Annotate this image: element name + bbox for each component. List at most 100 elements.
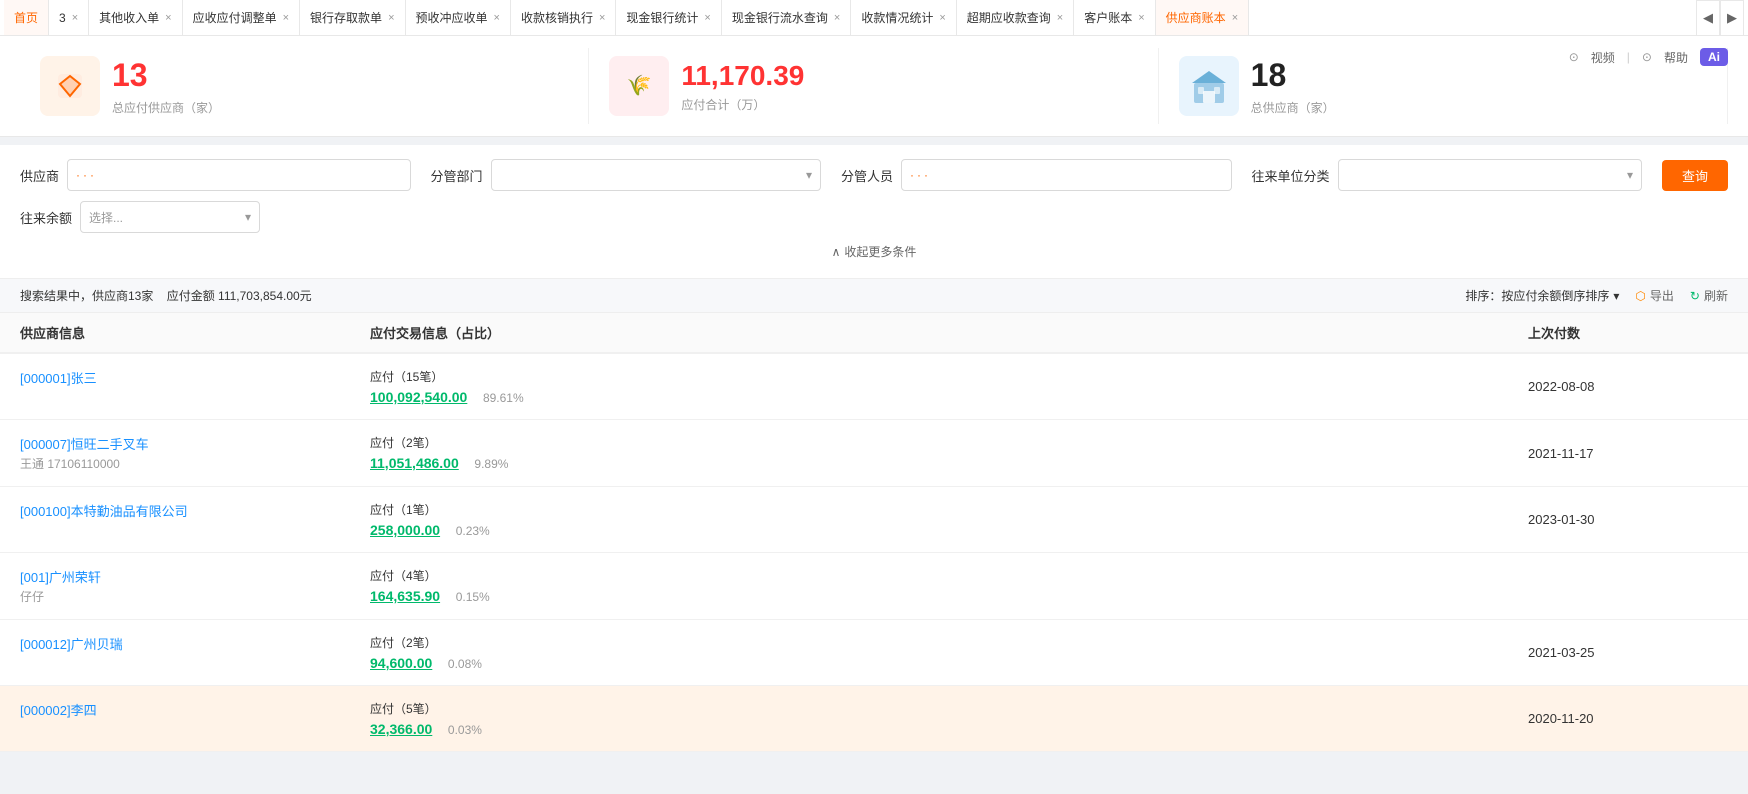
close-icon[interactable]: × [72,12,78,24]
help-link[interactable]: 帮助 [1664,49,1688,66]
supplier-sub-001: 仔仔 [20,588,370,605]
table-row[interactable]: [000100]本特勤油品有限公司 应付（1笔） 258,000.00 0.23… [0,487,1748,553]
stat-icon-diamond [40,56,100,116]
nav-tab-customer-account[interactable]: 客户账本 × [1074,0,1155,36]
nav-tab-collect-verify-label: 收款核销执行 [521,9,593,26]
trans-amount-000007[interactable]: 11,051,486.00 [370,455,459,471]
trans-label-000007: 应付（2笔） [370,434,1528,451]
close-icon[interactable]: × [1232,12,1238,24]
filter-row-2: 往来余额 选择... ▾ [20,201,1728,233]
nav-tab-overdue-collect[interactable]: 超期应收款查询 × [957,0,1074,36]
col-header-supplier: 供应商信息 [20,323,370,342]
supplier-link-000100[interactable]: [000100]本特勤油品有限公司 [20,504,188,519]
col-header-transaction: 应付交易信息（占比） [370,323,1528,342]
table-row[interactable]: [000007]恒旺二手叉车 王通 17106110000 应付（2笔） 11,… [0,420,1748,487]
collapse-button[interactable]: ∧ 收起更多条件 [832,243,917,260]
query-button[interactable]: 查询 [1662,160,1728,191]
nav-tab-3[interactable]: 3 × [49,0,89,36]
nav-tab-cash-bank-stat[interactable]: 现金银行统计 × [616,0,721,36]
close-icon[interactable]: × [494,12,500,24]
nav-tab-advance-collect[interactable]: 预收冲应收单 × [406,0,511,36]
close-icon[interactable]: × [1057,12,1063,24]
nav-tab-ap-adjust[interactable]: 应收应付调整单 × [183,0,300,36]
nav-tab-bank-deposit[interactable]: 银行存取款单 × [300,0,405,36]
trans-percent-001: 0.15% [456,590,490,604]
nav-tab-bank-deposit-label: 银行存取款单 [310,9,382,26]
col-header-lastpay: 上次付数 [1528,323,1728,342]
nav-tab-ap-adjust-label: 应收应付调整单 [193,9,277,26]
supplier-link-000007[interactable]: [000007]恒旺二手叉车 [20,437,149,452]
nav-tab-cash-bank-flow-label: 现金银行流水查询 [732,9,828,26]
nav-tab-collect-stat[interactable]: 收款情况统计 × [851,0,956,36]
stats-help-area: ⊙ 视频 | ⊙ 帮助 Ai [1569,48,1728,66]
ai-badge[interactable]: Ai [1700,48,1728,66]
chevron-up-icon: ∧ [832,245,841,259]
result-text-separator [157,289,164,303]
supplier-input[interactable]: ··· [67,159,410,191]
trans-row-000100: 258,000.00 0.23% [370,522,1528,538]
filter-row-1: 供应商 ··· 分管部门 ▾ 分管人员 ··· 往来单位分类 ▾ [20,159,1728,191]
supplier-info-000012: [000012]广州贝瑞 [20,634,370,671]
lastpay-001 [1528,567,1728,605]
supplier-link-000012[interactable]: [000012]广州贝瑞 [20,637,123,652]
nav-tab-cash-bank-flow[interactable]: 现金银行流水查询 × [722,0,851,36]
close-icon[interactable]: × [1138,12,1144,24]
sort-select[interactable]: 排序：按应付余额倒序排序 ▾ [1465,287,1619,304]
close-icon[interactable]: × [834,12,840,24]
table-header: 供应商信息 应付交易信息（占比） 上次付数 [0,313,1748,354]
filter-dept: 分管部门 ▾ [431,159,822,191]
supplier-sub-000007: 王通 17106110000 [20,455,370,472]
trans-amount-000001[interactable]: 100,092,540.00 [370,389,467,405]
filter-person: 分管人员 ··· [841,159,1232,191]
nav-tab-collect-verify[interactable]: 收款核销执行 × [511,0,616,36]
table-row[interactable]: [000002]李四 应付（5笔） 32,366.00 0.03% 2020-1… [0,686,1748,752]
close-icon[interactable]: × [939,12,945,24]
video-icon: ⊙ [1569,50,1579,64]
result-text-2: 应付金额 111,703,854.00元 [167,289,312,303]
trans-row-001: 164,635.90 0.15% [370,588,1528,604]
nav-tab-other-income[interactable]: 其他收入单 × [89,0,182,36]
transaction-info-001: 应付（4笔） 164,635.90 0.15% [370,567,1528,605]
trans-amount-001[interactable]: 164,635.90 [370,588,440,604]
close-icon[interactable]: × [388,12,394,24]
transaction-info-000002: 应付（5笔） 32,366.00 0.03% [370,700,1528,737]
trans-percent-000002: 0.03% [448,723,482,737]
trans-amount-000100[interactable]: 258,000.00 [370,522,440,538]
close-icon[interactable]: × [283,12,289,24]
table-row[interactable]: [000012]广州贝瑞 应付（2笔） 94,600.00 0.08% 2021… [0,620,1748,686]
trans-amount-000012[interactable]: 94,600.00 [370,655,432,671]
trans-label-000012: 应付（2笔） [370,634,1528,651]
filter-category: 往来单位分类 ▾ [1252,159,1643,191]
dept-select[interactable]: ▾ [491,159,821,191]
close-icon[interactable]: × [704,12,710,24]
supplier-link-001[interactable]: [001]广州荣轩 [20,570,101,585]
category-select[interactable]: ▾ [1338,159,1642,191]
supplier-link-000002[interactable]: [000002]李四 [20,703,97,718]
trans-row-000002: 32,366.00 0.03% [370,721,1528,737]
nav-tab-supplier-account[interactable]: 供应商账本 × [1156,0,1249,36]
result-bar: 搜索结果中，供应商13家 应付金额 111,703,854.00元 排序：按应付… [0,279,1748,313]
close-icon[interactable]: × [165,12,171,24]
close-icon[interactable]: × [599,12,605,24]
filter-area: 供应商 ··· 分管部门 ▾ 分管人员 ··· 往来单位分类 ▾ [0,145,1748,279]
nav-tab-home-label: 首页 [14,9,38,26]
nav-prev-button[interactable]: ◀ [1696,0,1720,36]
balance-label: 往来余额 [20,208,72,227]
balance-select[interactable]: 选择... ▾ [80,201,260,233]
trans-amount-000002[interactable]: 32,366.00 [370,721,432,737]
supplier-link-000001[interactable]: [000001]张三 [20,371,97,386]
sort-label: 排序：按应付余额倒序排序 [1465,287,1609,304]
person-input[interactable]: ··· [901,159,1231,191]
total-suppliers-number: 18 [1251,56,1335,94]
nav-tab-advance-collect-label: 预收冲应收单 [416,9,488,26]
person-label: 分管人员 [841,166,893,185]
refresh-area[interactable]: ↻ 刷新 [1690,287,1728,304]
svg-text:🌾: 🌾 [627,74,652,97]
nav-next-button[interactable]: ▶ [1720,0,1744,36]
table-row[interactable]: [000001]张三 应付（15笔） 100,092,540.00 89.61%… [0,354,1748,420]
lastpay-000012: 2021-03-25 [1528,634,1728,671]
export-area[interactable]: ⬡ 导出 [1635,287,1674,304]
video-link[interactable]: 视频 [1591,49,1615,66]
table-row[interactable]: [001]广州荣轩 仔仔 应付（4笔） 164,635.90 0.15% [0,553,1748,620]
nav-tab-home[interactable]: 首页 [4,0,49,36]
